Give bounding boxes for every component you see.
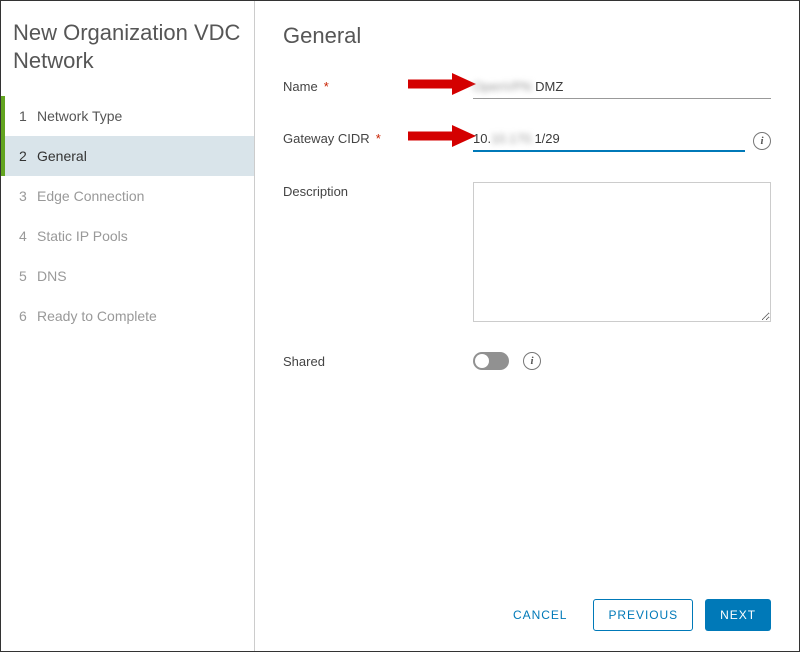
wizard-title: New Organization VDC Network — [1, 19, 254, 96]
wizard-footer: Cancel Previous Next — [283, 599, 771, 631]
shared-label: Shared — [283, 352, 473, 369]
wizard-sidebar: New Organization VDC Network 1 Network T… — [1, 1, 255, 651]
description-textarea[interactable] — [473, 182, 771, 322]
info-icon[interactable]: i — [753, 132, 771, 150]
name-input[interactable]: OpenVPN DMZ — [473, 77, 771, 99]
next-button[interactable]: Next — [705, 599, 771, 631]
step-ready-to-complete: 6 Ready to Complete — [1, 296, 254, 336]
previous-button[interactable]: Previous — [593, 599, 693, 631]
description-label: Description — [283, 182, 473, 199]
step-edge-connection: 3 Edge Connection — [1, 176, 254, 216]
annotation-arrow-icon — [408, 73, 476, 95]
page-title: General — [283, 23, 771, 49]
step-static-ip-pools: 4 Static IP Pools — [1, 216, 254, 256]
shared-toggle[interactable] — [473, 352, 509, 370]
required-indicator: * — [324, 79, 329, 94]
name-label: Name* — [283, 77, 473, 94]
step-network-type[interactable]: 1 Network Type — [1, 96, 254, 136]
step-dns: 5 DNS — [1, 256, 254, 296]
required-indicator: * — [376, 131, 381, 146]
annotation-arrow-icon — [408, 125, 476, 147]
step-general[interactable]: 2 General — [1, 136, 254, 176]
info-icon[interactable]: i — [523, 352, 541, 370]
gateway-cidr-input[interactable]: 10.10.170.1/29 — [473, 129, 745, 152]
gateway-cidr-label: Gateway CIDR* — [283, 129, 473, 146]
wizard-content: General Name* OpenVPN DMZ Gateway CIDR* — [255, 1, 799, 651]
cancel-button[interactable]: Cancel — [499, 600, 581, 630]
